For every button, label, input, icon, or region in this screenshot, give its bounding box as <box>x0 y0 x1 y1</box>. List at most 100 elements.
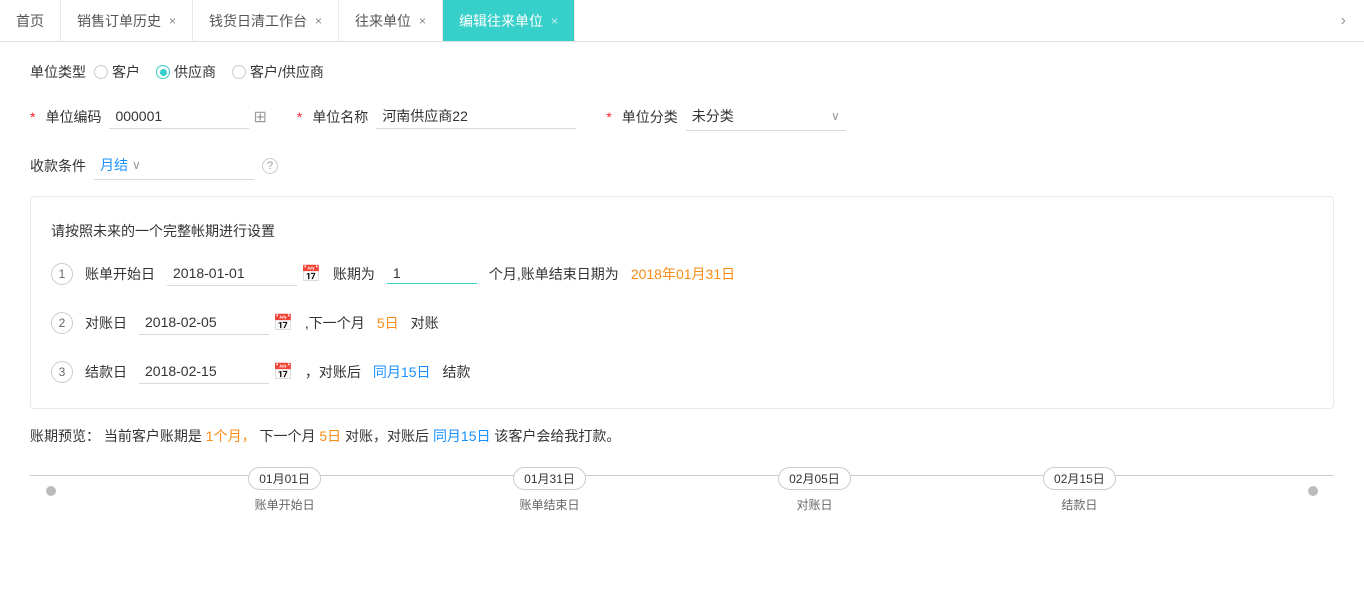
unit-code-star: * <box>30 109 35 125</box>
tab-sales-history-label: 销售订单历史 <box>77 11 161 31</box>
step-1-label: 账单开始日 <box>85 264 155 284</box>
timeline-point-1: 01月01日 账单开始日 <box>248 467 321 513</box>
timeline-point-2: 01月31日 账单结束日 <box>513 467 586 513</box>
step-3-num: 3 <box>51 361 73 383</box>
step-1-highlight: 2018年01月31日 <box>631 264 735 284</box>
payment-terms-value: 月结 <box>100 155 128 175</box>
step-1-num: 1 <box>51 263 73 285</box>
unit-type-row: 单位类型 客户 供应商 客户/供应商 <box>30 62 1334 82</box>
unit-code-group: * 单位编码 ⊞ <box>30 104 267 129</box>
tab-home[interactable]: 首页 <box>8 0 61 41</box>
step-3-date-input[interactable] <box>139 359 269 384</box>
main-content: 单位类型 客户 供应商 客户/供应商 * 单位编码 <box>0 42 1364 608</box>
radio-customer-circle <box>94 65 108 79</box>
timeline-start-dot <box>46 468 56 513</box>
preview-text-3: 对账，对账后 <box>345 428 429 444</box>
payment-terms-group: 收款条件 月结 ∨ ? <box>30 151 278 180</box>
step-2-date-wrapper: 📅 <box>139 310 293 335</box>
step-2-num: 2 <box>51 312 73 334</box>
timeline-point-3: 02月05日 对账日 <box>778 467 851 513</box>
step-2-suffix2: 对账 <box>411 313 439 333</box>
payment-terms-row: 收款条件 月结 ∨ ? <box>30 151 1334 180</box>
payment-terms-chevron: ∨ <box>132 158 141 172</box>
unit-code-input-wrapper: ⊞ <box>109 104 266 129</box>
timeline-badge-4: 02月15日 <box>1043 467 1116 490</box>
preview-text-2: 下一个月 <box>259 428 315 444</box>
unit-name-label: 单位名称 <box>312 107 368 127</box>
radio-supplier-label: 供应商 <box>174 62 216 82</box>
unit-category-star: * <box>606 109 611 125</box>
step-3-suffix2: 结款 <box>443 362 471 382</box>
tab-cashier[interactable]: 钱货日清工作台 × <box>193 0 339 41</box>
step-1-suffix-before: 账期为 <box>333 264 375 284</box>
unit-category-select[interactable]: 未分类 ∨ <box>686 102 846 131</box>
timeline-end-dot <box>1308 468 1318 513</box>
step-2-suffix: ,下一个月 <box>305 313 365 333</box>
preview-highlight2: 5日 <box>319 428 341 444</box>
tab-cashier-close[interactable]: × <box>315 14 322 28</box>
radio-both-circle <box>232 65 246 79</box>
tab-partner-close[interactable]: × <box>419 14 426 28</box>
card-section: 请按照未来的一个完整帐期进行设置 1 账单开始日 📅 账期为 个月,账单结束日期… <box>30 196 1334 409</box>
tab-home-label: 首页 <box>16 11 44 31</box>
code-name-category-row: * 单位编码 ⊞ * 单位名称 * 单位分类 未分类 ∨ <box>30 102 1334 131</box>
tab-edit-partner[interactable]: 编辑往来单位 × <box>443 0 575 41</box>
step-1-calendar-icon[interactable]: 📅 <box>301 264 321 284</box>
timeline-label-3: 对账日 <box>796 496 832 513</box>
step-3-suffix: ，对账后 <box>305 362 361 382</box>
timeline-wrapper: 01月01日 账单开始日 01月31日 账单结束日 02月05日 对账日 02月… <box>30 467 1334 513</box>
unit-category-value: 未分类 <box>692 106 734 126</box>
preview-text-1: 当前客户账期是 <box>104 428 202 444</box>
preview-section: 账期预览： 当前客户账期是 1个月， 下一个月 5日 对账，对账后 同月15日 … <box>30 425 1334 447</box>
step-2-highlight: 5日 <box>377 313 399 333</box>
tab-more-button[interactable]: › <box>1331 12 1356 30</box>
step-3-highlight: 同月15日 <box>373 362 431 382</box>
unit-code-label: 单位编码 <box>45 107 101 127</box>
tab-partner[interactable]: 往来单位 × <box>339 0 443 41</box>
tab-edit-partner-label: 编辑往来单位 <box>459 11 543 31</box>
payment-terms-select[interactable]: 月结 ∨ <box>94 151 254 180</box>
tab-sales-history[interactable]: 销售订单历史 × <box>61 0 193 41</box>
radio-supplier-circle <box>156 65 170 79</box>
step-3-label: 结款日 <box>85 362 127 382</box>
timeline-points: 01月01日 账单开始日 01月31日 账单结束日 02月05日 对账日 02月… <box>46 467 1318 513</box>
payment-terms-label: 收款条件 <box>30 156 86 176</box>
preview-highlight3: 同月15日 <box>433 428 491 444</box>
help-icon[interactable]: ? <box>262 158 278 174</box>
step-2-calendar-icon[interactable]: 📅 <box>273 313 293 333</box>
timeline-label-4: 结款日 <box>1061 496 1097 513</box>
step-1-date-wrapper: 📅 <box>167 261 321 286</box>
step-3-row: 3 结款日 📅 ，对账后 同月15日 结款 <box>51 359 1313 384</box>
radio-customer[interactable]: 客户 <box>94 62 140 82</box>
tab-sales-history-close[interactable]: × <box>169 14 176 28</box>
step-1-row: 1 账单开始日 📅 账期为 个月,账单结束日期为 2018年01月31日 <box>51 261 1313 286</box>
timeline-label-1: 账单开始日 <box>255 496 315 513</box>
unit-type-label: 单位类型 <box>30 62 86 82</box>
step-1-date-input[interactable] <box>167 261 297 286</box>
radio-supplier[interactable]: 供应商 <box>156 62 216 82</box>
unit-code-input[interactable] <box>109 104 249 129</box>
step-1-period-input[interactable] <box>387 263 477 284</box>
chevron-down-icon: ∨ <box>831 109 840 123</box>
step-2-label: 对账日 <box>85 313 127 333</box>
step-3-calendar-icon[interactable]: 📅 <box>273 362 293 382</box>
radio-customer-label: 客户 <box>112 62 140 82</box>
unit-code-copy-icon[interactable]: ⊞ <box>253 107 266 127</box>
timeline-badge-2: 01月31日 <box>513 467 586 490</box>
timeline-badge-1: 01月01日 <box>248 467 321 490</box>
unit-name-star: * <box>297 109 302 125</box>
step-2-row: 2 对账日 📅 ,下一个月 5日 对账 <box>51 310 1313 335</box>
radio-group: 客户 供应商 客户/供应商 <box>94 62 324 82</box>
tab-cashier-label: 钱货日清工作台 <box>209 11 307 31</box>
step-2-date-input[interactable] <box>139 310 269 335</box>
tab-bar: 首页 销售订单历史 × 钱货日清工作台 × 往来单位 × 编辑往来单位 × › <box>0 0 1364 42</box>
radio-both[interactable]: 客户/供应商 <box>232 62 324 82</box>
timeline-label-2: 账单结束日 <box>520 496 580 513</box>
unit-name-group: * 单位名称 <box>297 104 576 129</box>
unit-name-input[interactable] <box>376 104 576 129</box>
tab-edit-partner-close[interactable]: × <box>551 14 558 28</box>
preview-label: 账期预览： <box>30 428 100 444</box>
card-title: 请按照未来的一个完整帐期进行设置 <box>51 221 1313 241</box>
unit-category-group: * 单位分类 未分类 ∨ <box>606 102 845 131</box>
timeline-start-node <box>46 486 56 496</box>
